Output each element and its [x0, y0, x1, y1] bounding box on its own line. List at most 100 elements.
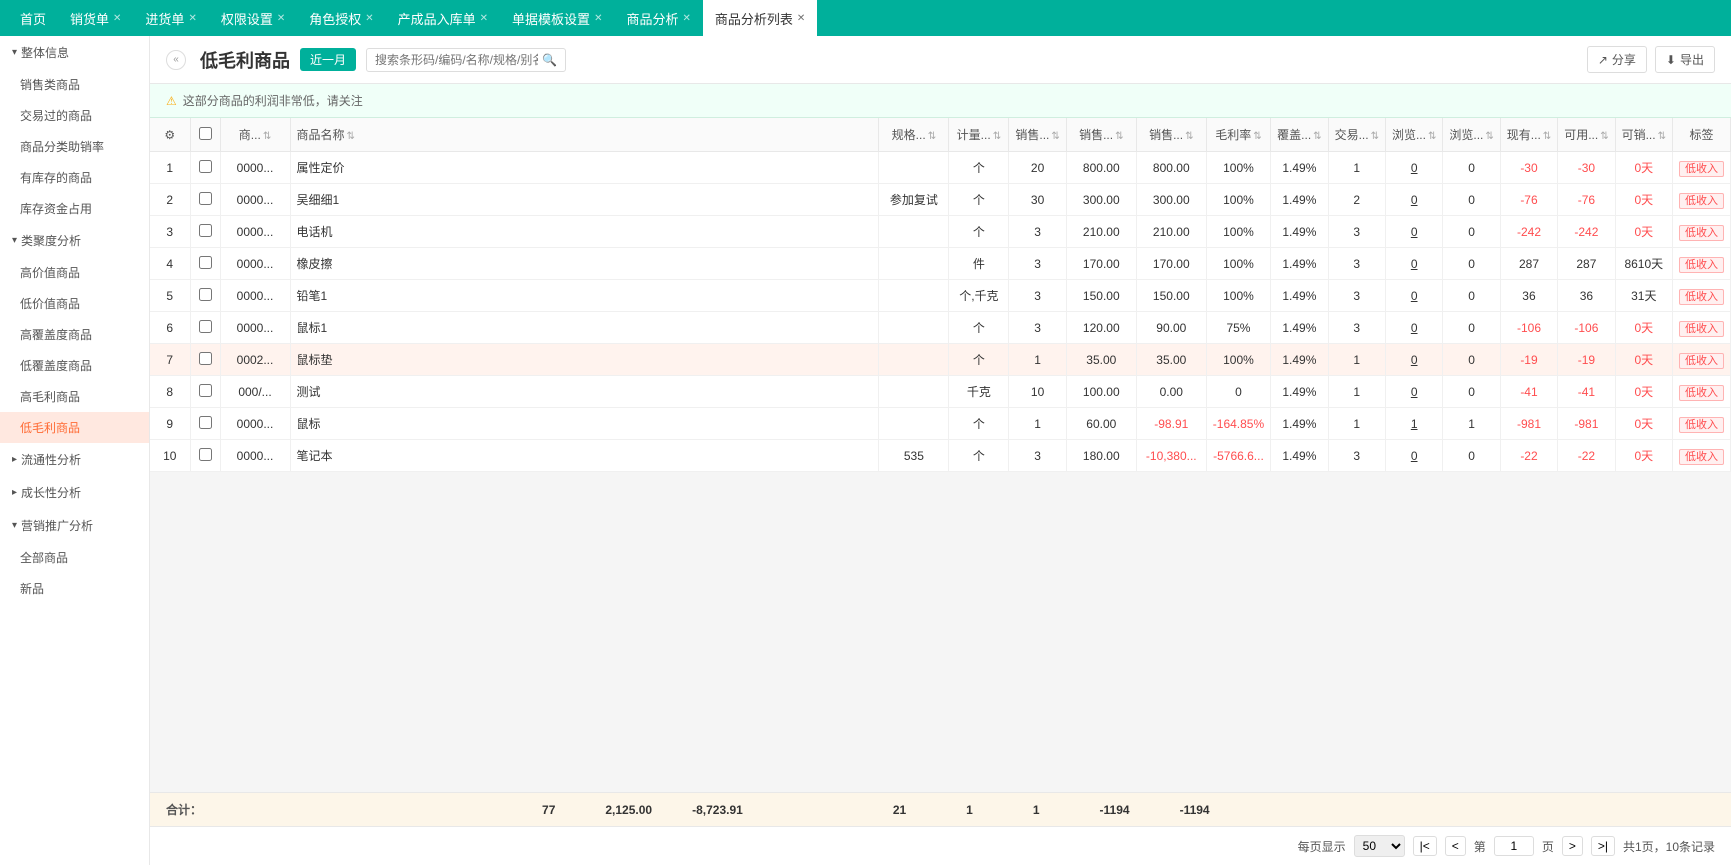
search-icon[interactable]: 🔍 [542, 53, 557, 67]
sidebar-group-flow[interactable]: ▸ 流通性分析 [0, 443, 149, 476]
cell-check[interactable] [190, 440, 220, 472]
cell-sale-amount: 0.00 [1136, 376, 1206, 408]
row-checkbox[interactable] [199, 192, 212, 205]
nav-sales[interactable]: 销货单 ✕ [58, 0, 133, 36]
sidebar-item-high-margin[interactable]: 高毛利商品 [0, 381, 149, 412]
nav-permissions[interactable]: 权限设置 ✕ [209, 0, 297, 36]
sidebar-group-growth[interactable]: ▸ 成长性分析 [0, 476, 149, 509]
sidebar-collapse-button[interactable]: « [166, 50, 186, 70]
close-icon[interactable]: ✕ [480, 13, 488, 24]
cell-browse1[interactable]: 0 [1385, 312, 1442, 344]
close-icon[interactable]: ✕ [277, 13, 285, 24]
cell-check[interactable] [190, 376, 220, 408]
sidebar-group-cluster[interactable]: ▾ 类聚度分析 [0, 224, 149, 257]
cell-browse1[interactable]: 1 [1385, 408, 1442, 440]
sidebar-item-stocked[interactable]: 有库存的商品 [0, 162, 149, 193]
row-checkbox[interactable] [199, 352, 212, 365]
row-checkbox[interactable] [199, 224, 212, 237]
nav-products-in[interactable]: 产成品入库单 ✕ [386, 0, 500, 36]
last-page-button[interactable]: >| [1591, 836, 1615, 856]
sidebar-item-inventory-capital[interactable]: 库存资金占用 [0, 193, 149, 224]
sidebar-item-traded-products[interactable]: 交易过的商品 [0, 100, 149, 131]
cell-unit: 个 [949, 344, 1009, 376]
th-settings[interactable]: ⚙ [150, 118, 190, 152]
per-page-select[interactable]: 50 100 200 [1354, 835, 1405, 857]
cell-cover-rate: 1.49% [1271, 216, 1328, 248]
sidebar-item-sales-products[interactable]: 销售类商品 [0, 69, 149, 100]
cell-browse1[interactable]: 0 [1385, 376, 1442, 408]
page-header: « 低毛利商品 近一月 🔍 ↗ 分享 ⬇ 导出 [150, 36, 1731, 84]
row-checkbox[interactable] [199, 384, 212, 397]
nav-product-analysis-list[interactable]: 商品分析列表 ✕ [703, 0, 817, 36]
cell-available-stock: -981 [1558, 408, 1615, 440]
nav-product-analysis[interactable]: 商品分析 ✕ [614, 0, 702, 36]
nav-purchase[interactable]: 进货单 ✕ [133, 0, 208, 36]
select-all-checkbox[interactable] [199, 127, 212, 140]
share-button[interactable]: ↗ 分享 [1587, 46, 1647, 73]
cell-saleable-stock: 0天 [1615, 184, 1672, 216]
cell-check[interactable] [190, 216, 220, 248]
first-page-button[interactable]: |< [1413, 836, 1437, 856]
cell-current-stock: -981 [1500, 408, 1557, 440]
sidebar-group-overall[interactable]: ▾ 整体信息 [0, 36, 149, 69]
sidebar-item-low-coverage[interactable]: 低覆盖度商品 [0, 350, 149, 381]
prev-page-button[interactable]: < [1445, 836, 1466, 856]
cell-current-stock: -106 [1500, 312, 1557, 344]
table-container[interactable]: ⚙ 商...⇅ 商品名称⇅ 规格...⇅ [150, 118, 1731, 792]
cell-trade: 3 [1328, 312, 1385, 344]
cell-check[interactable] [190, 344, 220, 376]
close-icon[interactable]: ✕ [188, 13, 196, 24]
row-checkbox[interactable] [199, 160, 212, 173]
cell-check[interactable] [190, 312, 220, 344]
cell-gross-rate: 100% [1206, 344, 1270, 376]
cell-check[interactable] [190, 184, 220, 216]
close-icon[interactable]: ✕ [682, 13, 690, 24]
cell-browse1[interactable]: 0 [1385, 440, 1442, 472]
cell-browse1[interactable]: 0 [1385, 152, 1442, 184]
nav-template[interactable]: 单据模板设置 ✕ [500, 0, 614, 36]
sidebar-item-low-margin[interactable]: 低毛利商品 [0, 412, 149, 443]
row-checkbox[interactable] [199, 320, 212, 333]
sidebar-item-new-products[interactable]: 新品 [0, 573, 149, 604]
total-sale-amount: -8,723.91 [692, 803, 743, 817]
page-input[interactable] [1494, 836, 1534, 856]
nav-home[interactable]: 首页 [8, 0, 58, 36]
cell-check[interactable] [190, 408, 220, 440]
cell-check[interactable] [190, 248, 220, 280]
cell-saleable-stock: 0天 [1615, 312, 1672, 344]
search-input[interactable] [375, 53, 538, 67]
close-icon[interactable]: ✕ [594, 13, 602, 24]
next-page-button[interactable]: > [1562, 836, 1583, 856]
cell-browse1[interactable]: 0 [1385, 184, 1442, 216]
export-button[interactable]: ⬇ 导出 [1655, 46, 1715, 73]
cell-check[interactable] [190, 280, 220, 312]
close-icon[interactable]: ✕ [365, 13, 373, 24]
row-checkbox[interactable] [199, 288, 212, 301]
row-checkbox[interactable] [199, 256, 212, 269]
cell-name: 鼠标垫 [290, 344, 879, 376]
row-checkbox[interactable] [199, 448, 212, 461]
cell-code: 0000... [220, 440, 290, 472]
sidebar-item-category-rate[interactable]: 商品分类助销率 [0, 131, 149, 162]
cell-browse1[interactable]: 0 [1385, 248, 1442, 280]
close-icon[interactable]: ✕ [797, 13, 805, 24]
sidebar-item-low-value[interactable]: 低价值商品 [0, 288, 149, 319]
chevron-down-icon: ▾ [12, 235, 17, 246]
date-filter-button[interactable]: 近一月 [300, 48, 356, 71]
cell-current-stock: -242 [1500, 216, 1557, 248]
sidebar-group-marketing[interactable]: ▾ 营销推广分析 [0, 509, 149, 542]
nav-roles[interactable]: 角色授权 ✕ [297, 0, 385, 36]
row-checkbox[interactable] [199, 416, 212, 429]
cell-browse1[interactable]: 0 [1385, 344, 1442, 376]
th-available-stock: 可用...⇅ [1558, 118, 1615, 152]
sidebar-item-high-coverage[interactable]: 高覆盖度商品 [0, 319, 149, 350]
cell-unit: 个 [949, 408, 1009, 440]
cell-browse1[interactable]: 0 [1385, 216, 1442, 248]
cell-sale-price: 180.00 [1066, 440, 1136, 472]
th-check[interactable] [190, 118, 220, 152]
cell-check[interactable] [190, 152, 220, 184]
sidebar-item-high-value[interactable]: 高价值商品 [0, 257, 149, 288]
close-icon[interactable]: ✕ [113, 13, 121, 24]
cell-browse1[interactable]: 0 [1385, 280, 1442, 312]
sidebar-item-all-products[interactable]: 全部商品 [0, 542, 149, 573]
